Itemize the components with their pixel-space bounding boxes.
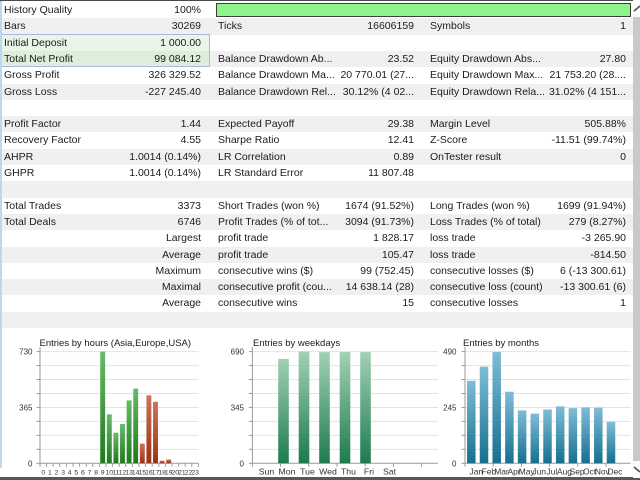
svg-text:0: 0 bbox=[41, 470, 45, 477]
svg-text:Dec: Dec bbox=[607, 467, 622, 477]
svg-text:Tue: Tue bbox=[300, 467, 315, 477]
svg-text:0: 0 bbox=[452, 459, 457, 468]
svg-text:Sun: Sun bbox=[259, 467, 275, 477]
svg-text:Jun: Jun bbox=[533, 467, 547, 477]
svg-text:0: 0 bbox=[28, 459, 33, 468]
svg-text:490: 490 bbox=[443, 348, 457, 357]
svg-text:Entries by weekdays: Entries by weekdays bbox=[253, 338, 340, 349]
svg-text:7: 7 bbox=[88, 470, 92, 477]
svg-text:23: 23 bbox=[191, 470, 199, 477]
svg-text:5: 5 bbox=[74, 470, 78, 477]
svg-text:365: 365 bbox=[19, 403, 33, 412]
svg-text:690: 690 bbox=[231, 348, 245, 357]
svg-text:Entries by months: Entries by months bbox=[463, 338, 539, 349]
svg-text:Sat: Sat bbox=[383, 467, 397, 477]
svg-text:3: 3 bbox=[61, 470, 65, 477]
svg-text:6: 6 bbox=[81, 470, 85, 477]
svg-text:245: 245 bbox=[443, 403, 457, 412]
svg-text:Jul: Jul bbox=[547, 467, 558, 477]
svg-text:9: 9 bbox=[101, 470, 105, 477]
svg-text:4: 4 bbox=[68, 470, 72, 477]
svg-text:0: 0 bbox=[240, 459, 245, 468]
svg-text:730: 730 bbox=[19, 348, 33, 357]
svg-text:Fri: Fri bbox=[364, 467, 374, 477]
svg-text:Thu: Thu bbox=[341, 467, 356, 477]
svg-text:8: 8 bbox=[94, 470, 98, 477]
svg-text:Wed: Wed bbox=[319, 467, 337, 477]
svg-text:1: 1 bbox=[48, 470, 52, 477]
svg-text:Entries by hours (Asia,Europe,: Entries by hours (Asia,Europe,USA) bbox=[40, 338, 192, 349]
svg-text:2: 2 bbox=[55, 470, 59, 477]
svg-text:Mon: Mon bbox=[279, 467, 296, 477]
svg-text:345: 345 bbox=[231, 403, 245, 412]
